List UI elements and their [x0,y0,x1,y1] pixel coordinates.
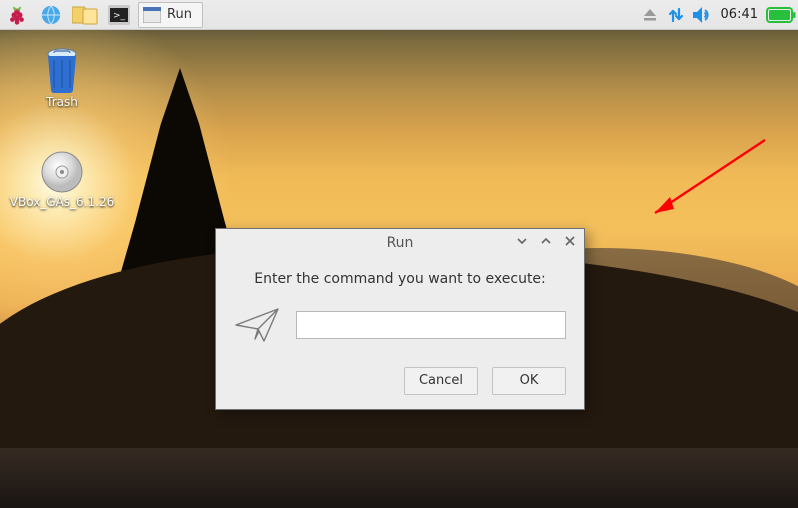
terminal-icon: >_ [108,5,130,25]
run-dialog-body: Enter the command you want to execute: C… [216,257,584,409]
eject-button[interactable] [637,0,663,30]
menu-button[interactable] [0,0,34,30]
paper-plane-icon [234,305,280,345]
run-window-icon [143,7,161,23]
taskbar-window-run[interactable]: Run [138,2,203,28]
volume-icon [692,6,712,24]
file-manager-icon [72,5,98,25]
web-browser-launcher[interactable] [34,0,68,30]
network-icon [667,6,685,24]
run-command-input[interactable] [296,311,566,339]
battery-button[interactable] [764,0,798,30]
desktop-icon-label: VBox_GAs_6.1.26 [10,196,114,210]
taskbar: >_ Run 06:41 [0,0,798,30]
disc-icon [40,150,84,194]
chevron-up-icon [540,235,552,247]
battery-icon [766,7,796,23]
close-icon [564,235,576,247]
desktop: >_ Run 06:41 [0,0,798,508]
desktop-icon-disc[interactable]: VBox_GAs_6.1.26 [22,150,102,210]
close-button[interactable] [562,233,578,249]
cancel-button[interactable]: Cancel [404,367,478,395]
raspberry-icon [6,4,28,26]
chevron-down-icon [516,235,528,247]
ok-button[interactable]: OK [492,367,566,395]
desktop-icon-trash[interactable]: Trash [22,46,102,110]
svg-text:>_: >_ [113,11,126,21]
file-manager-launcher[interactable] [68,0,102,30]
eject-icon [642,7,658,23]
web-browser-icon [40,4,62,26]
clock[interactable]: 06:41 [715,7,764,22]
run-dialog-titlebar[interactable]: Run [216,229,584,257]
desktop-icon-label: Trash [46,96,78,110]
run-dialog: Run Enter the command you want to execut… [215,228,585,410]
trash-icon [40,46,84,94]
terminal-launcher[interactable]: >_ [102,0,136,30]
annotation-arrow [640,135,770,225]
maximize-button[interactable] [538,233,554,249]
run-dialog-prompt: Enter the command you want to execute: [234,271,566,287]
network-button[interactable] [663,0,689,30]
run-dialog-title: Run [387,235,414,251]
minimize-button[interactable] [514,233,530,249]
volume-button[interactable] [689,0,715,30]
taskbar-window-title: Run [167,7,192,22]
